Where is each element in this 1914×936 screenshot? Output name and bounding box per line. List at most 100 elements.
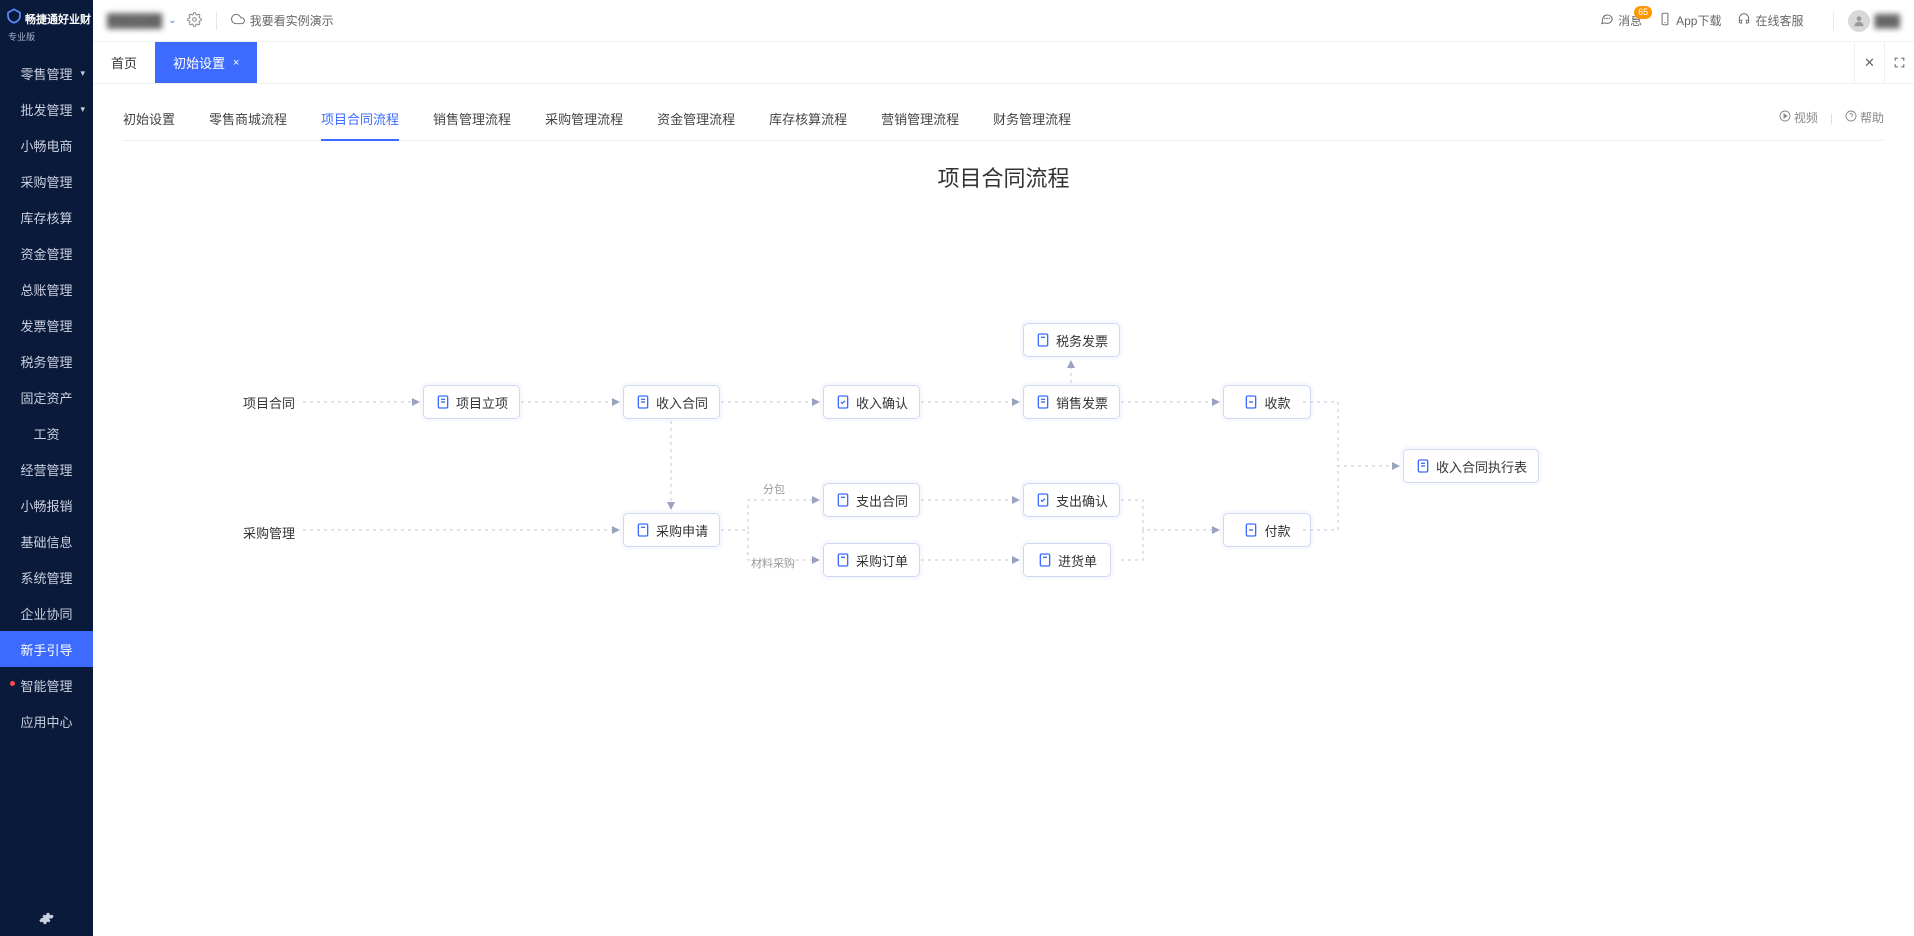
sidebar-item-label: 零售管理: [20, 64, 72, 83]
document-icon: [835, 492, 851, 508]
sidebar-item-label: 工资: [33, 424, 59, 443]
flow-canvas: 项目合同 采购管理 分包 材料采购 项目立项 收入合同 收入确认 销售发票 税务…: [123, 193, 1884, 753]
app-download-button[interactable]: App下载: [1658, 12, 1721, 29]
sidebar-item[interactable]: 固定资产: [0, 379, 93, 415]
sidebar-item[interactable]: 零售管理 ▾: [0, 55, 93, 91]
inner-tab[interactable]: 销售管理流程: [433, 104, 511, 140]
sidebar-item[interactable]: 库存核算: [0, 199, 93, 235]
page-tab-label: 首页: [111, 53, 137, 72]
node-income-contract-exec[interactable]: 收入合同执行表: [1403, 449, 1539, 483]
document-icon: [1035, 492, 1051, 508]
node-sales-invoice[interactable]: 销售发票: [1023, 385, 1120, 419]
sidebar-item-label: 智能管理: [20, 676, 72, 695]
play-icon: [1779, 110, 1791, 125]
node-income-contract[interactable]: 收入合同: [623, 385, 720, 419]
node-goods-receipt[interactable]: 进货单: [1023, 543, 1111, 577]
node-receipt[interactable]: 收款: [1223, 385, 1311, 419]
chevron-down-icon: ▾: [80, 104, 85, 115]
inner-tab[interactable]: 资金管理流程: [657, 104, 735, 140]
help-link[interactable]: 帮助: [1845, 109, 1884, 126]
sidebar-item[interactable]: 总账管理: [0, 271, 93, 307]
avatar: [1848, 10, 1870, 32]
help-icon: [1845, 110, 1857, 125]
node-purchase-request[interactable]: 采购申请: [623, 513, 720, 547]
sidebar-item[interactable]: 资金管理: [0, 235, 93, 271]
inner-tab[interactable]: 库存核算流程: [769, 104, 847, 140]
settings-icon[interactable]: [187, 12, 202, 30]
sidebar-item[interactable]: 批发管理 ▾: [0, 91, 93, 127]
close-all-tabs-button[interactable]: ✕: [1854, 42, 1884, 83]
node-project-approval[interactable]: 项目立项: [423, 385, 520, 419]
user-menu[interactable]: ███: [1848, 10, 1900, 32]
node-income-confirm[interactable]: 收入确认: [823, 385, 920, 419]
sidebar-item[interactable]: 小畅报销: [0, 487, 93, 523]
node-purchase-order[interactable]: 采购订单: [823, 543, 920, 577]
settings-button[interactable]: [0, 900, 93, 936]
document-icon: [1035, 394, 1051, 410]
sidebar-item[interactable]: 智能管理: [0, 667, 93, 703]
sidebar-item-label: 经营管理: [20, 460, 72, 479]
headset-icon: [1737, 12, 1751, 29]
page-tabs: 首页 初始设置 × ✕: [93, 42, 1914, 84]
brand-icon: [6, 8, 22, 29]
document-icon: [1037, 552, 1053, 568]
sidebar-item[interactable]: 经营管理: [0, 451, 93, 487]
section-label-project: 项目合同: [243, 393, 295, 412]
sidebar-item-label: 发票管理: [20, 316, 72, 335]
messages-button[interactable]: 消息 65: [1600, 12, 1642, 29]
inner-tab[interactable]: 财务管理流程: [993, 104, 1071, 140]
notification-dot: [10, 681, 15, 686]
document-icon: [635, 394, 651, 410]
inner-tab[interactable]: 项目合同流程: [321, 104, 399, 140]
node-tax-invoice[interactable]: 税务发票: [1023, 323, 1120, 357]
sidebar-item-label: 税务管理: [20, 352, 72, 371]
sidebar-item[interactable]: 采购管理: [0, 163, 93, 199]
demo-link[interactable]: 我要看实例演示: [231, 12, 334, 29]
org-selector[interactable]: ██████: [107, 13, 162, 28]
node-expense-contract[interactable]: 支出合同: [823, 483, 920, 517]
sidebar-item-label: 应用中心: [20, 712, 72, 731]
page-tab[interactable]: 首页: [93, 42, 155, 83]
page-tab[interactable]: 初始设置 ×: [155, 42, 257, 83]
sidebar-item[interactable]: 基础信息: [0, 523, 93, 559]
sidebar-item-label: 小畅电商: [20, 136, 72, 155]
inner-tab[interactable]: 营销管理流程: [881, 104, 959, 140]
inner-tab[interactable]: 采购管理流程: [545, 104, 623, 140]
sidebar-item[interactable]: 小畅电商: [0, 127, 93, 163]
sidebar-item-label: 批发管理: [20, 100, 72, 119]
online-service-button[interactable]: 在线客服: [1737, 12, 1803, 29]
flow-title: 项目合同流程: [123, 161, 1884, 193]
page-tab-label: 初始设置: [173, 53, 225, 72]
chevron-down-icon: ▾: [80, 68, 85, 79]
fullscreen-button[interactable]: [1884, 42, 1914, 83]
cloud-icon: [231, 12, 245, 29]
sidebar-item-label: 系统管理: [20, 568, 72, 587]
document-icon: [435, 394, 451, 410]
sidebar-item-label: 采购管理: [20, 172, 72, 191]
brand-name: 畅捷通好业财: [25, 11, 91, 27]
sidebar-item[interactable]: 税务管理: [0, 343, 93, 379]
inner-tab[interactable]: 初始设置: [123, 104, 175, 140]
inner-tab[interactable]: 零售商城流程: [209, 104, 287, 140]
sidebar-item-label: 资金管理: [20, 244, 72, 263]
document-icon: [1035, 332, 1051, 348]
sidebar-item[interactable]: 应用中心: [0, 703, 93, 739]
sidebar: 畅捷通好业财 专业版 零售管理 ▾ 批发管理 ▾ 小畅电商采购管理库存核算资金管理总账管…: [0, 0, 93, 936]
node-expense-confirm[interactable]: 支出确认: [1023, 483, 1120, 517]
node-payment[interactable]: 付款: [1223, 513, 1311, 547]
messages-badge: 65: [1634, 6, 1652, 19]
document-icon: [835, 552, 851, 568]
sidebar-item[interactable]: 企业协同: [0, 595, 93, 631]
section-label-purchase: 采购管理: [243, 523, 295, 542]
close-icon[interactable]: ×: [233, 57, 239, 69]
sidebar-item[interactable]: 系统管理: [0, 559, 93, 595]
brand-logo: 畅捷通好业财 专业版: [0, 0, 93, 49]
sidebar-item[interactable]: 发票管理: [0, 307, 93, 343]
phone-icon: [1658, 12, 1672, 29]
sidebar-item[interactable]: 工资: [0, 415, 93, 451]
video-link[interactable]: 视频: [1779, 109, 1818, 126]
sidebar-item-label: 库存核算: [20, 208, 72, 227]
edge-label-material: 材料采购: [751, 555, 795, 571]
chevron-down-icon: ⌄: [168, 15, 176, 26]
sidebar-item[interactable]: 新手引导: [0, 631, 93, 667]
